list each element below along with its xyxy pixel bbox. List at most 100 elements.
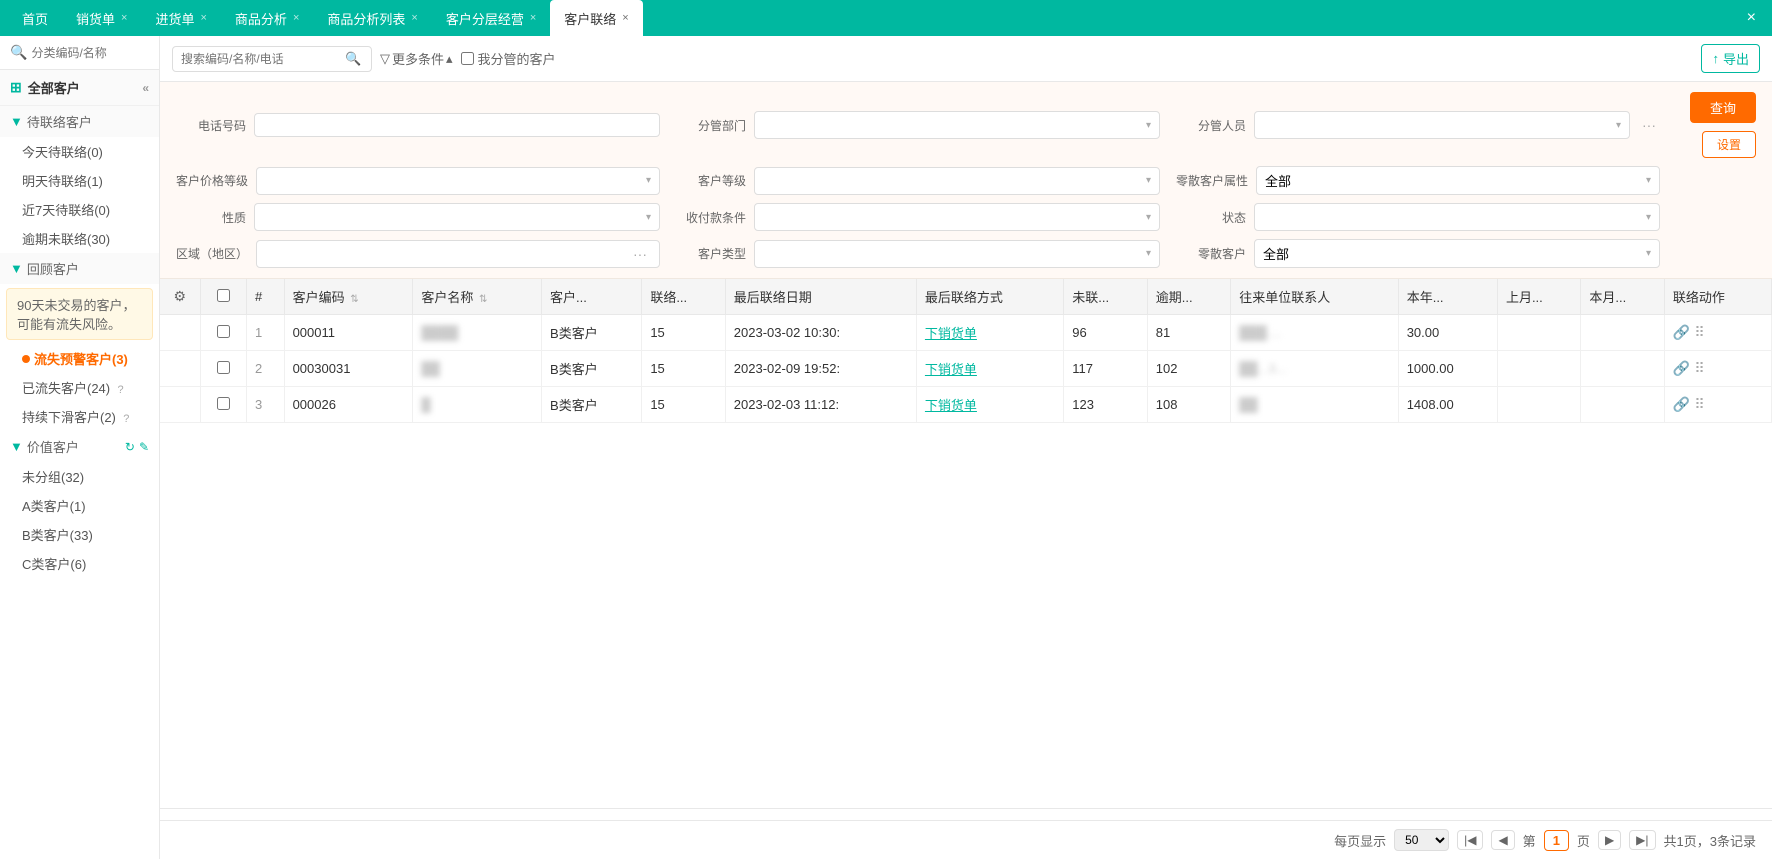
filter-region-select[interactable]: ···	[256, 240, 660, 268]
sort-code-icon[interactable]: ⇅	[350, 294, 358, 305]
region-more-dots[interactable]: ···	[629, 246, 651, 262]
filter-phone-input[interactable]	[254, 113, 660, 137]
cell-name-1: ██	[413, 351, 542, 387]
close-tab-purchase[interactable]: ×	[200, 12, 206, 24]
filter-field-payment: 收付款条件 ▾	[676, 203, 1160, 231]
cell-code-1: 00030031	[284, 351, 413, 387]
filter-customer-type-select[interactable]: ▾	[754, 240, 1160, 268]
close-window-button[interactable]: ×	[1739, 9, 1764, 27]
export-button[interactable]: ↑ 导出	[1701, 44, 1760, 73]
sort-name-icon[interactable]: ⇅	[479, 294, 487, 305]
filter-field-zero-customer: 零散客户 全部 ▾	[1176, 239, 1660, 268]
th-actions: 联络动作	[1664, 279, 1771, 315]
sidebar-item-loss-warning[interactable]: 流失预警客户(3)	[0, 344, 159, 373]
sidebar-item-ungroup[interactable]: 未分组(32)	[0, 462, 159, 491]
sidebar-collapse-btn[interactable]: «	[142, 81, 149, 95]
person-more-dots[interactable]: ···	[1638, 117, 1660, 133]
filter-person-select[interactable]: ▾	[1254, 111, 1630, 139]
sidebar-group-pending[interactable]: ▼ 待联络客户	[0, 106, 159, 137]
sidebar-item-class-a[interactable]: A类客户(1)	[0, 491, 159, 520]
action-more-icon-2[interactable]: ⠿	[1694, 396, 1704, 413]
sidebar-item-overdue[interactable]: 逾期未联络(30)	[0, 224, 159, 253]
th-no: #	[247, 279, 285, 315]
query-button[interactable]: 查询	[1690, 92, 1756, 123]
action-link-icon-1[interactable]: 🔗	[1673, 360, 1690, 377]
sidebar-item-7days[interactable]: 近7天待联络(0)	[0, 195, 159, 224]
page-size-select[interactable]: 50 100 200	[1394, 829, 1449, 851]
prev-page-button[interactable]: ◀	[1491, 830, 1514, 850]
table-scroll-bar[interactable]	[160, 808, 1772, 820]
action-link-icon-0[interactable]: 🔗	[1673, 324, 1690, 341]
filter-zero-customer-select[interactable]: 全部 ▾	[1254, 239, 1660, 268]
filter-dept-select[interactable]: ▾	[754, 111, 1160, 139]
row-checkbox-2[interactable]	[217, 397, 230, 410]
sidebar-item-already-lost[interactable]: 已流失客户(24) ?	[0, 373, 159, 402]
action-link-icon-2[interactable]: 🔗	[1673, 396, 1690, 413]
cell-this-year-2: 1408.00	[1398, 387, 1497, 423]
th-checkbox[interactable]	[200, 279, 247, 315]
close-tab-analysis[interactable]: ×	[293, 12, 299, 24]
cell-checkbox-1[interactable]	[200, 351, 247, 387]
action-more-icon-1[interactable]: ⠿	[1694, 360, 1704, 377]
filter-zero-attr-select[interactable]: 全部 ▾	[1256, 166, 1660, 195]
nav-tab-analysis[interactable]: 商品分析 ×	[221, 0, 313, 36]
action-more-icon-0[interactable]: ⠿	[1694, 324, 1704, 341]
nav-tab-home[interactable]: 首页	[8, 0, 62, 36]
close-tab-customer-layer[interactable]: ×	[530, 12, 536, 24]
sidebar-item-today[interactable]: 今天待联络(0)	[0, 137, 159, 166]
nav-tab-customer-layer[interactable]: 客户分层经营 ×	[432, 0, 550, 36]
refresh-icon[interactable]: ↻	[125, 440, 135, 454]
filter-level-select[interactable]: ▾	[754, 167, 1160, 195]
cell-this-year-1: 1000.00	[1398, 351, 1497, 387]
sidebar: 🔍 ⊞ 全部客户 « ▼ 待联络客户 今天待联络(0) 明天待联络(1) 近7天…	[0, 36, 160, 859]
cell-last-method-2[interactable]: 下销货单	[916, 387, 1063, 423]
edit-icon[interactable]: ✎	[139, 440, 149, 454]
cell-last-method-0[interactable]: 下销货单	[916, 315, 1063, 351]
close-tab-analysis-list[interactable]: ×	[411, 12, 417, 24]
filter-more-btn[interactable]: ▽ 更多条件 ▴	[380, 49, 453, 68]
th-this-month: 本月...	[1581, 279, 1664, 315]
filter-search-input[interactable]	[181, 52, 341, 66]
th-name[interactable]: 客户名称 ⇅	[413, 279, 542, 315]
select-all-checkbox[interactable]	[217, 289, 230, 302]
sidebar-group-loss[interactable]: ▼ 回顾客户	[0, 253, 159, 284]
nav-tab-sales[interactable]: 销货单 ×	[62, 0, 141, 36]
query-settings-col: 查询 设置	[1676, 92, 1756, 158]
sidebar-item-declining[interactable]: 持续下滑客户(2) ?	[0, 402, 159, 431]
all-customers-header[interactable]: ⊞ 全部客户 «	[0, 70, 159, 106]
sidebar-item-class-b[interactable]: B类客户(33)	[0, 520, 159, 549]
close-tab-customer-contact[interactable]: ×	[622, 12, 628, 24]
question-icon: ?	[117, 384, 123, 396]
nav-tab-customer-contact[interactable]: 客户联络 ×	[550, 0, 642, 36]
cell-contact-person-0: ███....	[1231, 315, 1398, 351]
cell-contact-person-2: ██	[1231, 387, 1398, 423]
row-checkbox-0[interactable]	[217, 325, 230, 338]
row-checkbox-1[interactable]	[217, 361, 230, 374]
my-customers-checkbox[interactable]	[461, 52, 474, 65]
filter-price-level-select[interactable]: ▾	[256, 167, 660, 195]
settings-icon[interactable]: ⚙	[173, 288, 186, 304]
nav-tab-purchase[interactable]: 进货单 ×	[141, 0, 220, 36]
filter-status-select[interactable]: ▾	[1254, 203, 1660, 231]
filter-gender-select[interactable]: ▾	[254, 203, 660, 231]
next-page-button[interactable]: ▶	[1598, 830, 1621, 850]
first-page-button[interactable]: |◀	[1457, 830, 1483, 850]
sidebar-search-input[interactable]	[31, 46, 160, 60]
cell-last-month-2	[1497, 387, 1580, 423]
filter-payment-select[interactable]: ▾	[754, 203, 1160, 231]
cell-checkbox-2[interactable]	[200, 387, 247, 423]
filter-search-icon[interactable]: 🔍	[345, 51, 361, 67]
close-tab-sales[interactable]: ×	[121, 12, 127, 24]
sidebar-item-class-c[interactable]: C类客户(6)	[0, 549, 159, 578]
cell-checkbox-0[interactable]	[200, 315, 247, 351]
th-code[interactable]: 客户编码 ⇅	[284, 279, 413, 315]
last-page-button[interactable]: ▶|	[1629, 830, 1655, 850]
nav-tab-analysis-list[interactable]: 商品分析列表 ×	[313, 0, 431, 36]
cell-this-year-0: 30.00	[1398, 315, 1497, 351]
settings-button[interactable]: 设置	[1702, 131, 1756, 158]
sidebar-item-tomorrow[interactable]: 明天待联络(1)	[0, 166, 159, 195]
th-settings[interactable]: ⚙	[160, 279, 200, 315]
cell-last-method-1[interactable]: 下销货单	[916, 351, 1063, 387]
page-label: 页	[1577, 831, 1590, 850]
sidebar-group-value[interactable]: ▼ 价值客户 ↻ ✎	[0, 431, 159, 462]
